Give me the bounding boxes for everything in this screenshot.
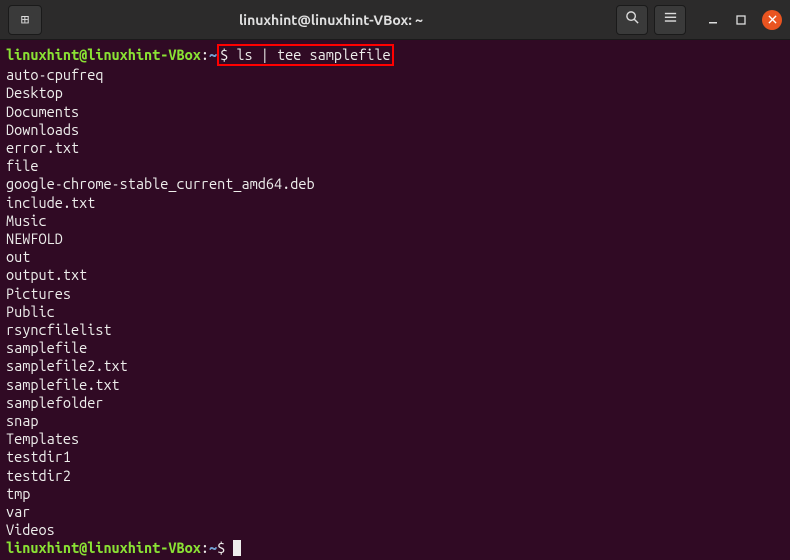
output-line: Documents bbox=[6, 103, 784, 121]
prompt-path: ~ bbox=[209, 46, 217, 63]
hamburger-icon bbox=[663, 10, 678, 29]
prompt-symbol: $ bbox=[217, 539, 225, 556]
minimize-button[interactable] bbox=[706, 13, 720, 27]
output-line: Desktop bbox=[6, 84, 784, 102]
output-line: rsyncfilelist bbox=[6, 321, 784, 339]
output-line: snap bbox=[6, 412, 784, 430]
maximize-button[interactable] bbox=[734, 13, 748, 27]
titlebar-controls bbox=[616, 5, 782, 35]
highlighted-command: $ ls | tee samplefile bbox=[217, 44, 394, 66]
close-button[interactable] bbox=[762, 10, 782, 30]
window-title: linuxhint@linuxhint-VBox: ~ bbox=[46, 12, 616, 28]
output-line: Downloads bbox=[6, 121, 784, 139]
output-line: Pictures bbox=[6, 285, 784, 303]
output-line: output.txt bbox=[6, 266, 784, 284]
output-line: file bbox=[6, 157, 784, 175]
output-line: var bbox=[6, 503, 784, 521]
window-controls bbox=[706, 10, 782, 30]
prompt-symbol: $ bbox=[220, 46, 228, 63]
terminal-area[interactable]: linuxhint@linuxhint-VBox:~$ ls | tee sam… bbox=[0, 40, 790, 560]
output-line: Videos bbox=[6, 521, 784, 539]
output-line: Music bbox=[6, 212, 784, 230]
output-line: Public bbox=[6, 303, 784, 321]
search-icon bbox=[625, 10, 640, 29]
new-tab-button[interactable]: ⊞ bbox=[8, 5, 42, 35]
command-line: linuxhint@linuxhint-VBox:~$ ls | tee sam… bbox=[6, 44, 784, 66]
output-line: tmp bbox=[6, 485, 784, 503]
window-titlebar: ⊞ linuxhint@linuxhint-VBox: ~ bbox=[0, 0, 790, 40]
output-line: samplefile bbox=[6, 339, 784, 357]
output-line: samplefile.txt bbox=[6, 376, 784, 394]
cursor bbox=[233, 540, 241, 556]
prompt-colon: : bbox=[201, 539, 209, 556]
prompt-path: ~ bbox=[209, 539, 217, 556]
command-text: ls | tee samplefile bbox=[236, 46, 390, 63]
new-tab-icon: ⊞ bbox=[21, 11, 29, 28]
output-line: Templates bbox=[6, 430, 784, 448]
output-line: error.txt bbox=[6, 139, 784, 157]
output-line: samplefile2.txt bbox=[6, 357, 784, 375]
menu-button[interactable] bbox=[654, 5, 686, 35]
search-button[interactable] bbox=[616, 5, 648, 35]
output-line: auto-cpufreq bbox=[6, 66, 784, 84]
prompt-user-host: linuxhint@linuxhint-VBox bbox=[6, 46, 201, 63]
output-line: out bbox=[6, 248, 784, 266]
prompt-user-host: linuxhint@linuxhint-VBox bbox=[6, 539, 201, 556]
prompt-colon: : bbox=[201, 46, 209, 63]
output-line: google-chrome-stable_current_amd64.deb bbox=[6, 175, 784, 193]
output-line: testdir2 bbox=[6, 467, 784, 485]
output-line: include.txt bbox=[6, 194, 784, 212]
output-line: testdir1 bbox=[6, 448, 784, 466]
prompt-line: linuxhint@linuxhint-VBox:~$ bbox=[6, 539, 784, 557]
output-line: NEWFOLD bbox=[6, 230, 784, 248]
output-container: auto-cpufreqDesktopDocumentsDownloadserr… bbox=[6, 66, 784, 539]
output-line: samplefolder bbox=[6, 394, 784, 412]
